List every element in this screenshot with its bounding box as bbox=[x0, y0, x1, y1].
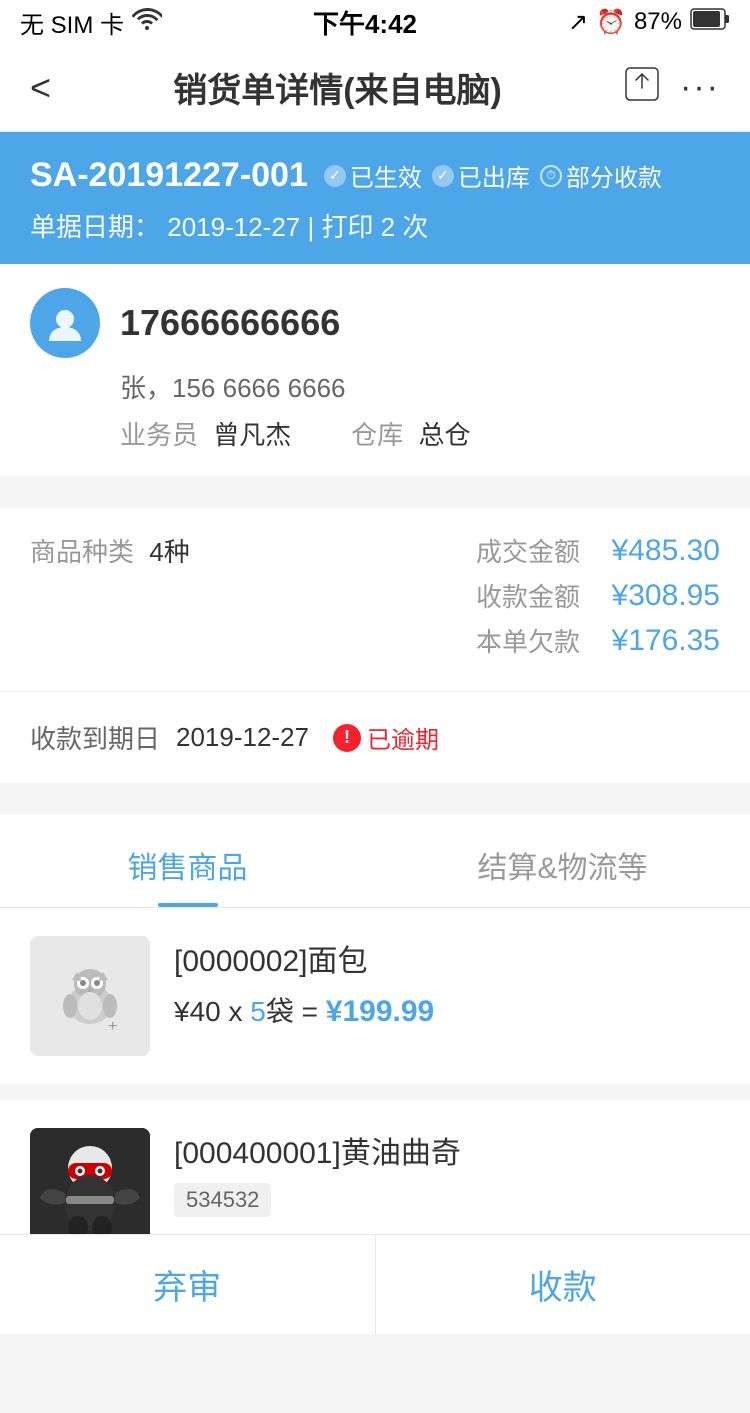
battery-text: 87% bbox=[634, 8, 682, 36]
order-header: SA-20191227-001 ✓ 已生效 ✓ 已出库 ⏱ 部分收款 单据日期：… bbox=[0, 132, 750, 264]
badge-shipped: ✓ 已出库 bbox=[432, 158, 530, 193]
product-image-placeholder-1: + bbox=[30, 936, 150, 1056]
more-button[interactable]: ··· bbox=[680, 68, 720, 107]
deal-amount-row: 成交金额 ¥485.30 bbox=[476, 532, 720, 569]
status-time: 下午4:42 bbox=[313, 4, 417, 41]
product-thumb-2: advanced whole bbox=[30, 1128, 150, 1248]
summary-right: 成交金额 ¥485.30 收款金额 ¥308.95 本单欠款 ¥176.35 bbox=[476, 532, 720, 667]
product-id-2: [000400001] bbox=[174, 1137, 341, 1170]
outstanding-value: ¥176.35 bbox=[600, 624, 720, 658]
due-label: 收款到期日 bbox=[30, 719, 160, 756]
status-left: 无 SIM 卡 bbox=[20, 5, 162, 40]
status-right: ↗ ⏰ 87% bbox=[568, 8, 730, 37]
received-value: ¥308.95 bbox=[600, 579, 720, 613]
customer-meta: 业务员 曾凡杰 仓库 总仓 bbox=[120, 415, 720, 452]
order-date: 单据日期： 2019-12-27 | 打印 2 次 bbox=[30, 207, 720, 244]
customer-info: 张，156 6666 6666 bbox=[120, 368, 720, 405]
collect-label: 收款 bbox=[529, 1260, 597, 1309]
outstanding-row: 本单欠款 ¥176.35 bbox=[476, 622, 720, 659]
due-date: 2019-12-27 bbox=[176, 722, 309, 753]
divider-2 bbox=[0, 783, 750, 799]
page-title: 销货单详情(来自电脑) bbox=[173, 63, 502, 112]
warehouse-label: 仓库 bbox=[351, 420, 403, 450]
received-label: 收款金额 bbox=[476, 577, 580, 614]
product-qty-1: 5 bbox=[250, 996, 266, 1027]
cancel-review-button[interactable]: 弃审 bbox=[0, 1235, 376, 1334]
order-id: SA-20191227-001 bbox=[30, 156, 308, 195]
nav-bar: < 销货单详情(来自电脑) ··· bbox=[0, 44, 750, 132]
nav-actions: ··· bbox=[624, 66, 720, 109]
overdue-badge: ! 已逾期 bbox=[321, 716, 451, 759]
deal-amount-label: 成交金额 bbox=[476, 532, 580, 569]
order-date-label: 单据日期： bbox=[30, 212, 160, 242]
clock-icon: ⏱ bbox=[540, 165, 562, 187]
summary-left: 商品种类 4种 bbox=[30, 532, 190, 569]
overdue-label: 已逾期 bbox=[367, 720, 439, 755]
salesperson-info: 业务员 曾凡杰 bbox=[120, 415, 291, 452]
order-print-label: | 打印 2 次 bbox=[307, 212, 428, 242]
customer-row: 17666666666 bbox=[30, 288, 720, 358]
cancel-review-label: 弃审 bbox=[153, 1260, 221, 1309]
tab-sales-products[interactable]: 销售商品 bbox=[0, 815, 375, 907]
badge-partial: ⏱ 部分收款 bbox=[540, 158, 662, 193]
badge-active: ✓ 已生效 bbox=[324, 158, 422, 193]
check-icon-active: ✓ bbox=[324, 165, 346, 187]
tab-settlement-label: 结算&物流等 bbox=[477, 852, 647, 885]
product-types-label: 商品种类 bbox=[30, 537, 134, 567]
summary-row: 商品种类 4种 成交金额 ¥485.30 收款金额 ¥308.95 本单欠款 ¥… bbox=[30, 532, 720, 667]
product-tag-2: 534532 bbox=[174, 1183, 271, 1217]
badge-active-label: 已生效 bbox=[350, 158, 422, 193]
alarm-icon: ⏰ bbox=[596, 8, 626, 37]
salesperson-value: 曾凡杰 bbox=[213, 420, 291, 450]
battery-icon bbox=[690, 8, 730, 37]
product-info-1: [0000002]面包 ¥40 x 5袋 = ¥199.99 bbox=[174, 936, 720, 1030]
tab-sales-products-label: 销售商品 bbox=[128, 852, 248, 885]
carrier-text: 无 SIM 卡 bbox=[20, 5, 124, 40]
share-button[interactable] bbox=[624, 66, 660, 109]
avatar bbox=[30, 288, 100, 358]
product-total-1: ¥199.99 bbox=[326, 995, 434, 1028]
outstanding-label: 本单欠款 bbox=[476, 622, 580, 659]
received-row: 收款金额 ¥308.95 bbox=[476, 577, 720, 614]
customer-section: 17666666666 张，156 6666 6666 业务员 曾凡杰 仓库 总… bbox=[0, 264, 750, 476]
customer-phone: 17666666666 bbox=[120, 302, 340, 344]
tabs-section: 销售商品 结算&物流等 bbox=[0, 815, 750, 908]
salesperson-label: 业务员 bbox=[120, 420, 198, 450]
product-thumb-1: + bbox=[30, 936, 150, 1056]
collect-button[interactable]: 收款 bbox=[376, 1235, 750, 1334]
location-icon: ↗ bbox=[568, 8, 588, 37]
status-bar: 无 SIM 卡 下午4:42 ↗ ⏰ 87% bbox=[0, 0, 750, 44]
divider-1 bbox=[0, 492, 750, 508]
summary-section: 商品种类 4种 成交金额 ¥485.30 收款金额 ¥308.95 本单欠款 ¥… bbox=[0, 508, 750, 691]
tab-settlement[interactable]: 结算&物流等 bbox=[375, 815, 750, 907]
badge-shipped-label: 已出库 bbox=[458, 158, 530, 193]
tabs-row: 销售商品 结算&物流等 bbox=[0, 815, 750, 907]
status-badges: ✓ 已生效 ✓ 已出库 ⏱ 部分收款 bbox=[324, 158, 662, 193]
list-item: + [0000002]面包 ¥40 x 5袋 = ¥199.99 bbox=[0, 908, 750, 1084]
product-name-2: [000400001]黄油曲奇 bbox=[174, 1128, 720, 1172]
product-name-1: [0000002]面包 bbox=[174, 936, 720, 980]
back-button[interactable]: < bbox=[30, 67, 51, 109]
deal-amount-value: ¥485.30 bbox=[600, 534, 720, 568]
svg-text:+: + bbox=[108, 1018, 117, 1035]
due-section: 收款到期日 2019-12-27 ! 已逾期 bbox=[0, 691, 750, 783]
warehouse-info: 仓库 总仓 bbox=[351, 415, 470, 452]
badge-partial-label: 部分收款 bbox=[566, 158, 662, 193]
product-types-value: 4种 bbox=[149, 537, 189, 567]
bottom-bar: 弃审 收款 bbox=[0, 1234, 750, 1334]
product-price-1: ¥40 x 5袋 = ¥199.99 bbox=[174, 990, 720, 1030]
wifi-icon bbox=[132, 8, 162, 37]
order-date-value: 2019-12-27 bbox=[167, 212, 300, 242]
overdue-icon: ! bbox=[333, 724, 361, 752]
check-icon-shipped: ✓ bbox=[432, 165, 454, 187]
product-id-1: [0000002] bbox=[174, 945, 307, 978]
warehouse-value: 总仓 bbox=[419, 420, 471, 450]
